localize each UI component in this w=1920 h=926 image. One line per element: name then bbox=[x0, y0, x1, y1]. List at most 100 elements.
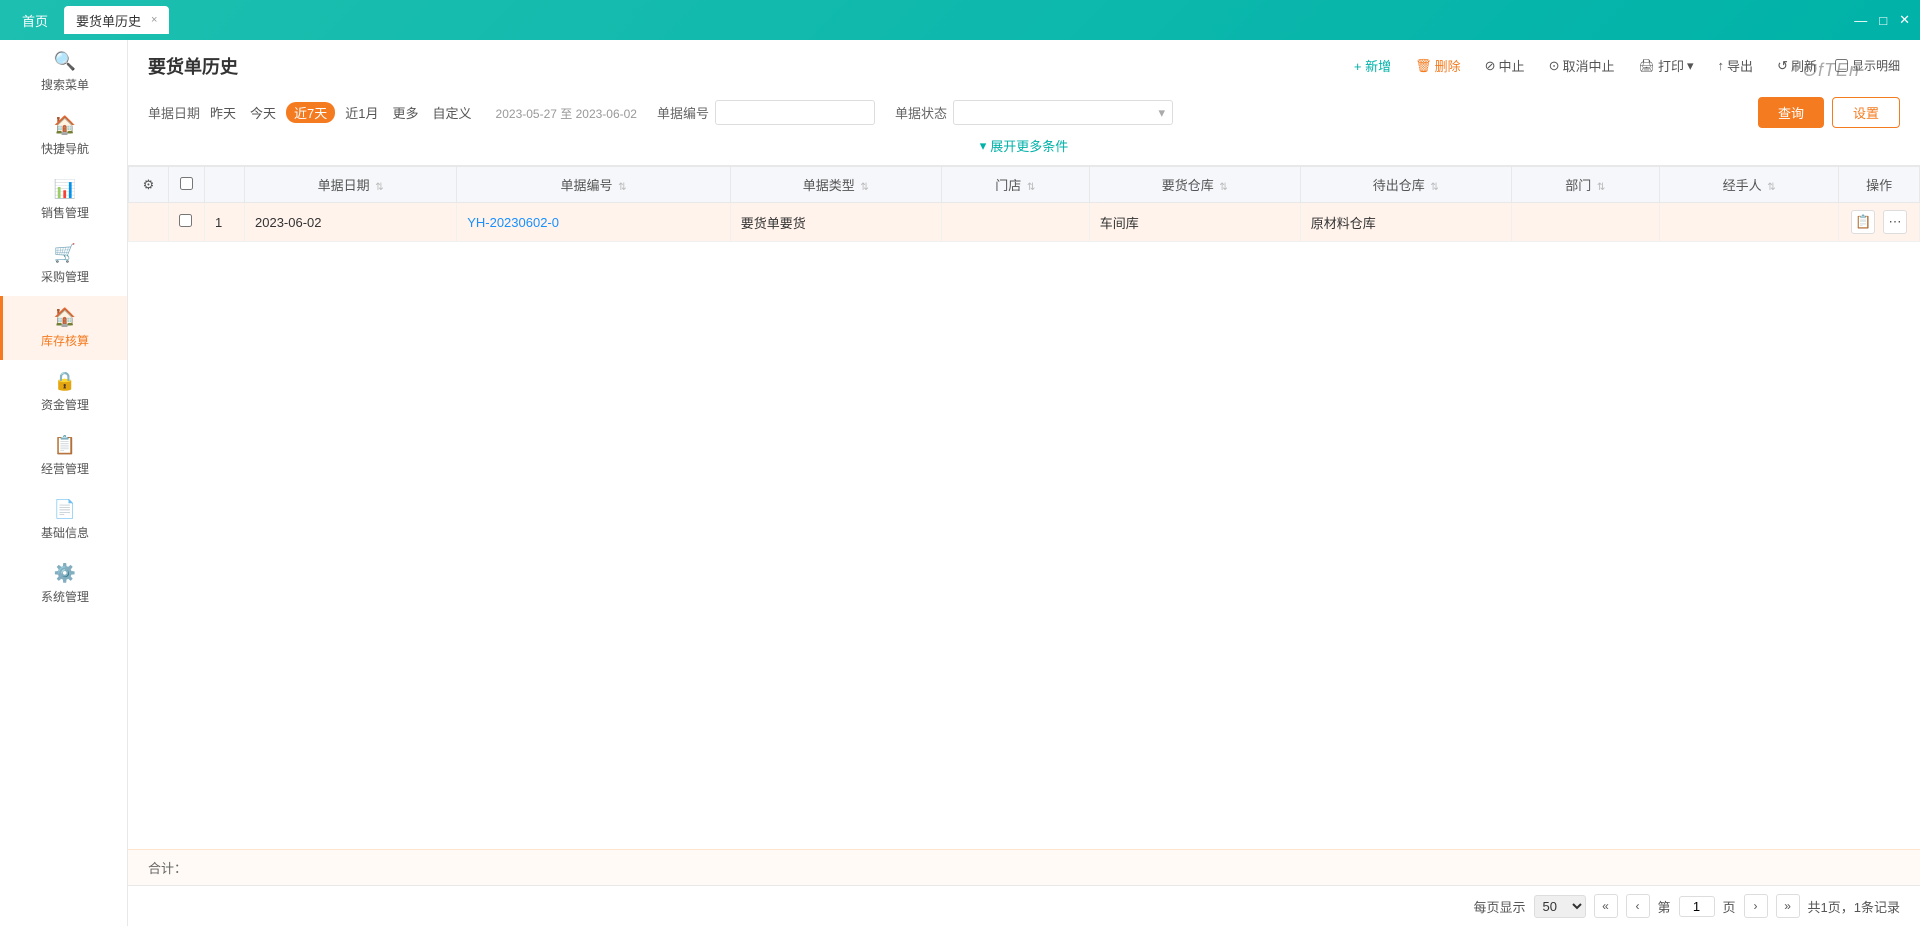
cell-handler bbox=[1659, 203, 1839, 242]
cell-op: 📋 ⋯ bbox=[1839, 203, 1920, 242]
status-select[interactable] bbox=[953, 100, 1173, 125]
cancel-stop-label: 取消中止 bbox=[1562, 56, 1614, 75]
th-no[interactable]: 单据编号 ⇅ bbox=[457, 167, 731, 203]
th-settings[interactable]: ⚙ bbox=[129, 167, 169, 203]
inventory-icon: 🏠 bbox=[54, 307, 76, 328]
date-shortcut-more[interactable]: 更多 bbox=[389, 102, 423, 123]
delete-button[interactable]: 🗑 删除 bbox=[1409, 52, 1467, 79]
th-pending-warehouse[interactable]: 待出仓库 ⇅ bbox=[1300, 167, 1511, 203]
export-button[interactable]: ↑ 导出 bbox=[1712, 52, 1760, 79]
more-op-button[interactable]: ⋯ bbox=[1883, 210, 1907, 234]
th-check bbox=[169, 167, 205, 203]
order-no-input[interactable] bbox=[715, 100, 875, 125]
refresh-button[interactable]: ↺ 刷新 bbox=[1771, 52, 1823, 79]
cancel-stop-icon: ⊙ bbox=[1549, 58, 1560, 74]
date-shortcut-yesterday[interactable]: 昨天 bbox=[206, 102, 240, 123]
page-input[interactable] bbox=[1679, 896, 1715, 917]
export-icon: ↑ bbox=[1718, 58, 1725, 73]
filter-buttons: 查询 设置 bbox=[1758, 97, 1900, 128]
date-shortcut-7days[interactable]: 近7天 bbox=[286, 102, 335, 123]
show-detail-toggle[interactable]: 显示明细 bbox=[1835, 57, 1900, 74]
date-shortcut-1month[interactable]: 近1月 bbox=[341, 102, 382, 123]
expand-label: 展开更多条件 bbox=[990, 136, 1068, 155]
cell-check bbox=[169, 203, 205, 242]
table-area: ⚙ 单据日期 ⇅ 单据编号 ⇅ 单据类型 ⇅ 门店 ⇅ 要货仓库 ⇅ 待出仓库 … bbox=[128, 166, 1920, 849]
th-req-warehouse[interactable]: 要货仓库 ⇅ bbox=[1089, 167, 1300, 203]
sidebar-item-system[interactable]: ⚙️ 系统管理 bbox=[0, 552, 127, 616]
filter-row: 单据日期 昨天 今天 近7天 近1月 更多 自定义 2023-05-27 至 2… bbox=[148, 97, 1900, 128]
date-filter-label: 单据日期 bbox=[148, 103, 200, 122]
content-area: 要货单历史 + 新增 🗑 删除 ⊘ 中止 ⊙ 取消中止 bbox=[128, 40, 1920, 926]
first-page-button[interactable]: « bbox=[1594, 894, 1618, 918]
tab-home-label: 首页 bbox=[22, 11, 48, 30]
stop-button[interactable]: ⊘ 中止 bbox=[1479, 52, 1531, 79]
sidebar-item-basic[interactable]: 📄 基础信息 bbox=[0, 488, 127, 552]
th-store[interactable]: 门店 ⇅ bbox=[941, 167, 1089, 203]
cancel-stop-button[interactable]: ⊙ 取消中止 bbox=[1543, 52, 1621, 79]
maximize-button[interactable]: □ bbox=[1879, 13, 1887, 28]
order-no-link[interactable]: YH-20230602-0 bbox=[467, 215, 559, 230]
edit-op-button[interactable]: 📋 bbox=[1851, 210, 1875, 234]
tab-history-label: 要货单历史 bbox=[76, 11, 141, 30]
th-handler[interactable]: 经手人 ⇅ bbox=[1659, 167, 1839, 203]
sidebar-item-quicknav[interactable]: 🏠 快捷导航 bbox=[0, 104, 127, 168]
date-shortcut-custom[interactable]: 自定义 bbox=[429, 102, 476, 123]
setting-button[interactable]: 设置 bbox=[1832, 97, 1900, 128]
th-date[interactable]: 单据日期 ⇅ bbox=[245, 167, 457, 203]
tab-history[interactable]: 要货单历史 × bbox=[64, 6, 169, 34]
status-label: 单据状态 bbox=[895, 103, 947, 122]
table-footer: 合计： bbox=[128, 849, 1920, 885]
th-op: 操作 bbox=[1839, 167, 1920, 203]
page-header: 要货单历史 + 新增 🗑 删除 ⊘ 中止 ⊙ 取消中止 bbox=[128, 40, 1920, 166]
date-shortcut-today[interactable]: 今天 bbox=[246, 102, 280, 123]
print-button[interactable]: 🖨 打印 ▾ bbox=[1632, 52, 1699, 79]
page-label: 第 bbox=[1658, 897, 1671, 916]
order-no-label: 单据编号 bbox=[657, 103, 709, 122]
table-header-row: ⚙ 单据日期 ⇅ 单据编号 ⇅ 单据类型 ⇅ 门店 ⇅ 要货仓库 ⇅ 待出仓库 … bbox=[129, 167, 1920, 203]
close-button[interactable]: ✕ bbox=[1899, 12, 1910, 28]
sidebar-item-sales[interactable]: 📊 销售管理 bbox=[0, 168, 127, 232]
expand-filter-button[interactable]: ▾ 展开更多条件 bbox=[980, 136, 1069, 155]
print-label: 打印 bbox=[1658, 56, 1684, 75]
tab-home[interactable]: 首页 bbox=[10, 6, 60, 34]
page-size-select[interactable]: 50 10 20 100 bbox=[1534, 895, 1586, 918]
top-bar: 首页 要货单历史 × — □ ✕ bbox=[0, 0, 1920, 40]
sidebar-item-sales-label: 销售管理 bbox=[41, 204, 89, 221]
prev-page-button[interactable]: ‹ bbox=[1626, 894, 1650, 918]
cell-type: 要货单要货 bbox=[730, 203, 941, 242]
sidebar-item-search[interactable]: 🔍 搜索菜单 bbox=[0, 40, 127, 104]
new-button[interactable]: + 新增 bbox=[1348, 52, 1397, 79]
window-controls: — □ ✕ bbox=[1854, 12, 1910, 28]
print-icon: 🖨 bbox=[1638, 58, 1655, 74]
total-label: 合计： bbox=[148, 861, 187, 876]
select-all-checkbox[interactable] bbox=[180, 177, 193, 190]
date-range-text: 2023-05-27 至 2023-06-02 bbox=[496, 105, 637, 122]
sidebar-item-operations-label: 经营管理 bbox=[41, 460, 89, 477]
cell-store bbox=[941, 203, 1089, 242]
minimize-button[interactable]: — bbox=[1854, 13, 1867, 28]
cell-dept bbox=[1511, 203, 1659, 242]
sidebar-item-purchase[interactable]: 🛒 采购管理 bbox=[0, 232, 127, 296]
sidebar-item-purchase-label: 采购管理 bbox=[41, 268, 89, 285]
sidebar-item-operations[interactable]: 📋 经营管理 bbox=[0, 424, 127, 488]
filter-expand-row: ▾ 展开更多条件 bbox=[148, 136, 1900, 155]
cell-pending-warehouse: 原材料仓库 bbox=[1300, 203, 1511, 242]
date-filter: 单据日期 昨天 今天 近7天 近1月 更多 自定义 bbox=[148, 102, 476, 123]
last-page-button[interactable]: » bbox=[1776, 894, 1800, 918]
date-shortcuts: 昨天 今天 近7天 近1月 更多 自定义 bbox=[206, 102, 476, 123]
row-checkbox[interactable] bbox=[179, 214, 192, 227]
show-detail-checkbox[interactable] bbox=[1835, 59, 1848, 72]
th-dept[interactable]: 部门 ⇅ bbox=[1511, 167, 1659, 203]
sidebar-item-finance[interactable]: 🔒 资金管理 bbox=[0, 360, 127, 424]
chart-icon: 📊 bbox=[54, 179, 76, 200]
query-button[interactable]: 查询 bbox=[1758, 97, 1824, 128]
th-type[interactable]: 单据类型 ⇅ bbox=[730, 167, 941, 203]
sidebar-item-inventory[interactable]: 🏠 库存核算 bbox=[0, 296, 127, 360]
delete-icon: 🗑 bbox=[1415, 58, 1432, 74]
th-num bbox=[205, 167, 245, 203]
next-page-button[interactable]: › bbox=[1744, 894, 1768, 918]
page-title: 要货单历史 bbox=[148, 53, 238, 79]
cell-date: 2023-06-02 bbox=[245, 203, 457, 242]
refresh-label: 刷新 bbox=[1791, 56, 1817, 75]
close-tab-icon[interactable]: × bbox=[151, 14, 157, 26]
